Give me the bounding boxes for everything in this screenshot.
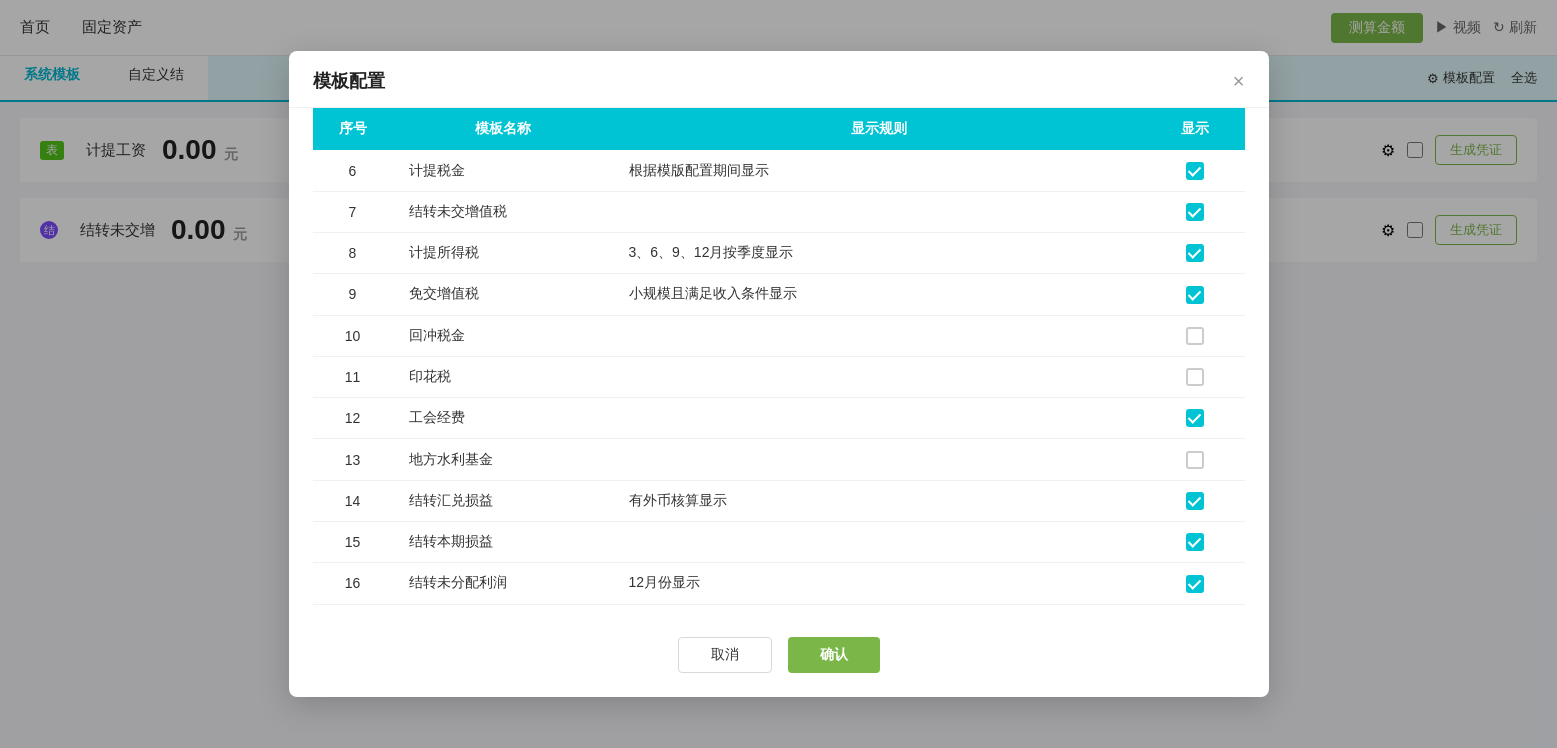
cell-name: 结转未交增值税 [393, 191, 613, 232]
cell-rule [613, 522, 1145, 563]
cell-show [1145, 150, 1245, 191]
table-row: 7结转未交增值税 [313, 191, 1245, 232]
cell-seq: 12 [313, 398, 393, 439]
table-body: 6计提税金根据模版配置期间显示7结转未交增值税8计提所得税3、6、9、12月按季… [313, 150, 1245, 604]
table-row: 9免交增值税小规模且满足收入条件显示 [313, 274, 1245, 315]
table-row: 10回冲税金 [313, 315, 1245, 356]
cell-show [1145, 356, 1245, 397]
cell-seq: 14 [313, 480, 393, 521]
cell-seq: 6 [313, 150, 393, 191]
config-table: 序号 模板名称 显示规则 显示 6计提税金根据模版配置期间显示7结转未交增值税8… [313, 108, 1245, 604]
table-row: 6计提税金根据模版配置期间显示 [313, 150, 1245, 191]
cell-seq: 9 [313, 274, 393, 315]
cell-name: 计提税金 [393, 150, 613, 191]
cell-name: 结转本期损益 [393, 522, 613, 563]
cell-name: 结转汇兑损益 [393, 480, 613, 521]
cell-show [1145, 439, 1245, 480]
modal-header: 模板配置 × [289, 51, 1269, 108]
cell-seq: 8 [313, 232, 393, 273]
table-row: 11印花税 [313, 356, 1245, 397]
cell-rule: 有外币核算显示 [613, 480, 1145, 521]
cell-rule [613, 191, 1145, 232]
modal-overlay: 模板配置 × 序号 模板名称 显示规则 显示 6计提税金根据模版配置期间显示7结… [0, 0, 1557, 748]
cell-show [1145, 480, 1245, 521]
cell-show [1145, 191, 1245, 232]
table-row: 12工会经费 [313, 398, 1245, 439]
row-checkbox[interactable] [1186, 244, 1204, 262]
table-row: 13地方水利基金 [313, 439, 1245, 480]
cell-rule: 3、6、9、12月按季度显示 [613, 232, 1145, 273]
row-checkbox[interactable] [1186, 327, 1204, 345]
cell-rule: 小规模且满足收入条件显示 [613, 274, 1145, 315]
col-name: 模板名称 [393, 108, 613, 150]
col-rule: 显示规则 [613, 108, 1145, 150]
cell-rule: 12月份显示 [613, 563, 1145, 604]
modal-title: 模板配置 [313, 69, 385, 93]
row-checkbox[interactable] [1186, 451, 1204, 469]
cell-show [1145, 232, 1245, 273]
row-checkbox[interactable] [1186, 162, 1204, 180]
row-checkbox[interactable] [1186, 368, 1204, 386]
cell-seq: 11 [313, 356, 393, 397]
modal-body: 序号 模板名称 显示规则 显示 6计提税金根据模版配置期间显示7结转未交增值税8… [289, 108, 1269, 620]
row-checkbox[interactable] [1186, 575, 1204, 593]
table-row: 8计提所得税3、6、9、12月按季度显示 [313, 232, 1245, 273]
cell-seq: 15 [313, 522, 393, 563]
cell-show [1145, 522, 1245, 563]
cell-name: 计提所得税 [393, 232, 613, 273]
cell-show [1145, 274, 1245, 315]
template-config-modal: 模板配置 × 序号 模板名称 显示规则 显示 6计提税金根据模版配置期间显示7结… [289, 51, 1269, 696]
row-checkbox[interactable] [1186, 492, 1204, 510]
cell-seq: 16 [313, 563, 393, 604]
cell-name: 免交增值税 [393, 274, 613, 315]
row-checkbox[interactable] [1186, 203, 1204, 221]
row-checkbox[interactable] [1186, 409, 1204, 427]
table-header: 序号 模板名称 显示规则 显示 [313, 108, 1245, 150]
cell-seq: 7 [313, 191, 393, 232]
table-row: 16结转未分配利润12月份显示 [313, 563, 1245, 604]
modal-close-button[interactable]: × [1233, 71, 1245, 91]
cell-rule [613, 356, 1145, 397]
modal-footer: 取消 确认 [289, 621, 1269, 697]
cell-seq: 10 [313, 315, 393, 356]
cell-name: 地方水利基金 [393, 439, 613, 480]
cell-rule [613, 315, 1145, 356]
cell-rule [613, 398, 1145, 439]
row-checkbox[interactable] [1186, 533, 1204, 551]
table-row: 14结转汇兑损益有外币核算显示 [313, 480, 1245, 521]
cell-name: 回冲税金 [393, 315, 613, 356]
col-show: 显示 [1145, 108, 1245, 150]
confirm-button[interactable]: 确认 [788, 637, 880, 673]
cell-seq: 13 [313, 439, 393, 480]
cell-show [1145, 398, 1245, 439]
cell-name: 印花税 [393, 356, 613, 397]
cell-show [1145, 563, 1245, 604]
cell-name: 结转未分配利润 [393, 563, 613, 604]
cancel-button[interactable]: 取消 [678, 637, 772, 673]
cell-name: 工会经费 [393, 398, 613, 439]
cell-show [1145, 315, 1245, 356]
cell-rule [613, 439, 1145, 480]
row-checkbox[interactable] [1186, 286, 1204, 304]
col-seq: 序号 [313, 108, 393, 150]
cell-rule: 根据模版配置期间显示 [613, 150, 1145, 191]
table-row: 15结转本期损益 [313, 522, 1245, 563]
